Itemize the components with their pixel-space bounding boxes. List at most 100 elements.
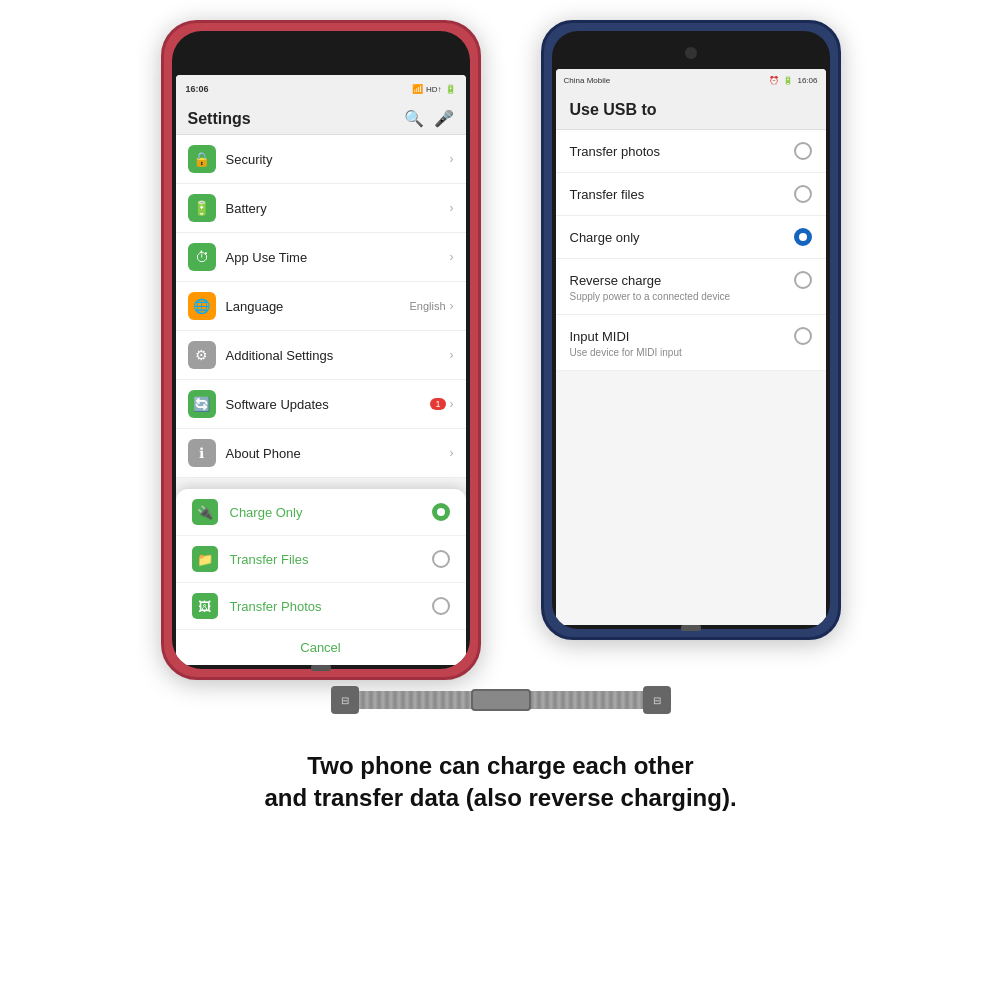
settings-item-software-updates[interactable]: 🔄 Software Updates 1 › bbox=[176, 380, 466, 429]
language-icon: 🌐 bbox=[188, 292, 216, 320]
software-updates-badge: 1 bbox=[430, 398, 445, 410]
security-icon: 🔒 bbox=[188, 145, 216, 173]
settings-item-language[interactable]: 🌐 Language English › bbox=[176, 282, 466, 331]
sheet-item-charge-only[interactable]: 🔌 Charge Only bbox=[176, 489, 466, 536]
hd-icon: HD↑ bbox=[426, 85, 442, 94]
left-connector: ⊟ bbox=[331, 686, 359, 714]
right-phone-port bbox=[681, 625, 701, 631]
left-phone: 16:06 📶 HD↑ 🔋 Settings 🔍 🎤 bbox=[161, 20, 481, 680]
bottom-sheet: 🔌 Charge Only 📁 Transfer Files 🖼 bbox=[176, 488, 466, 665]
software-updates-label: Software Updates bbox=[226, 397, 431, 412]
usb-item-charge-only-row: Charge only bbox=[570, 228, 812, 246]
right-time: 16:06 bbox=[797, 76, 817, 85]
usb-item-input-midi[interactable]: Input MIDI Use device for MIDI input bbox=[556, 315, 826, 371]
right-phone-inner: China Mobile ⏰ 🔋 16:06 Use USB to bbox=[552, 31, 830, 629]
app-use-time-arrow: › bbox=[450, 250, 454, 264]
usb-title: Use USB to bbox=[570, 101, 812, 119]
usb-transfer-photos-radio[interactable] bbox=[794, 142, 812, 160]
right-battery-icon: 🔋 bbox=[783, 76, 793, 85]
right-status-bar: China Mobile ⏰ 🔋 16:06 bbox=[556, 69, 826, 91]
settings-title: Settings bbox=[188, 110, 251, 128]
settings-item-about-phone[interactable]: ℹ About Phone › bbox=[176, 429, 466, 478]
left-screen: 16:06 📶 HD↑ 🔋 Settings 🔍 🎤 bbox=[176, 75, 466, 665]
usb-input-midi-sublabel: Use device for MIDI input bbox=[570, 347, 812, 358]
usb-item-reverse-charge[interactable]: Reverse charge Supply power to a connect… bbox=[556, 259, 826, 315]
transfer-photos-label: Transfer Photos bbox=[230, 599, 432, 614]
caption-text: Two phone can charge each other and tran… bbox=[264, 750, 736, 815]
left-time: 16:06 bbox=[186, 84, 209, 94]
signal-icon: 📶 bbox=[412, 84, 423, 94]
transfer-files-label: Transfer Files bbox=[230, 552, 432, 567]
settings-header: Settings 🔍 🎤 bbox=[176, 103, 466, 135]
sheet-cancel-button[interactable]: Cancel bbox=[176, 630, 466, 665]
usb-item-transfer-photos[interactable]: Transfer photos bbox=[556, 130, 826, 173]
battery-arrow: › bbox=[450, 201, 454, 215]
usb-item-transfer-files[interactable]: Transfer files bbox=[556, 173, 826, 216]
alarm-icon: ⏰ bbox=[769, 76, 779, 85]
battery-icon: 🔋 bbox=[445, 84, 456, 94]
search-icon[interactable]: 🔍 bbox=[404, 109, 424, 128]
app-use-time-icon: ⏱ bbox=[188, 243, 216, 271]
charge-only-label: Charge Only bbox=[230, 505, 432, 520]
usb-transfer-files-radio[interactable] bbox=[794, 185, 812, 203]
software-updates-arrow: › bbox=[450, 397, 454, 411]
sheet-item-transfer-photos[interactable]: 🖼 Transfer Photos bbox=[176, 583, 466, 630]
front-camera bbox=[685, 47, 697, 59]
settings-item-app-use-time[interactable]: ⏱ App Use Time › bbox=[176, 233, 466, 282]
mic-icon[interactable]: 🎤 bbox=[434, 109, 454, 128]
charge-only-icon: 🔌 bbox=[192, 499, 218, 525]
left-phone-inner: 16:06 📶 HD↑ 🔋 Settings 🔍 🎤 bbox=[172, 31, 470, 669]
sheet-item-transfer-files[interactable]: 📁 Transfer Files bbox=[176, 536, 466, 583]
settings-item-battery[interactable]: 🔋 Battery › bbox=[176, 184, 466, 233]
security-arrow: › bbox=[450, 152, 454, 166]
charge-only-radio[interactable] bbox=[432, 503, 450, 521]
usb-reverse-charge-radio[interactable] bbox=[794, 271, 812, 289]
header-icons: 🔍 🎤 bbox=[404, 109, 454, 128]
settings-item-additional[interactable]: ⚙ Additional Settings › bbox=[176, 331, 466, 380]
usb-input-midi-label: Input MIDI bbox=[570, 329, 630, 344]
security-label: Security bbox=[226, 152, 450, 167]
left-status-icons: 📶 HD↑ 🔋 bbox=[412, 84, 456, 94]
usb-charge-only-label: Charge only bbox=[570, 230, 640, 245]
transfer-files-radio[interactable] bbox=[432, 550, 450, 568]
language-label: Language bbox=[226, 299, 410, 314]
main-container: 16:06 📶 HD↑ 🔋 Settings 🔍 🎤 bbox=[0, 0, 1001, 1001]
settings-item-security[interactable]: 🔒 Security › bbox=[176, 135, 466, 184]
about-phone-icon: ℹ bbox=[188, 439, 216, 467]
cable-middle bbox=[471, 689, 531, 711]
transfer-files-icon: 📁 bbox=[192, 546, 218, 572]
usb-item-transfer-photos-row: Transfer photos bbox=[570, 142, 812, 160]
battery-icon: 🔋 bbox=[188, 194, 216, 222]
usb-reverse-charge-label: Reverse charge bbox=[570, 273, 662, 288]
additional-settings-label: Additional Settings bbox=[226, 348, 450, 363]
transfer-photos-radio[interactable] bbox=[432, 597, 450, 615]
right-connector: ⊟ bbox=[643, 686, 671, 714]
about-phone-label: About Phone bbox=[226, 446, 450, 461]
usb-item-input-midi-row: Input MIDI bbox=[570, 327, 812, 345]
additional-settings-icon: ⚙ bbox=[188, 341, 216, 369]
caption-line1: Two phone can charge each other bbox=[307, 752, 693, 779]
caption-line2: and transfer data (also reverse charging… bbox=[264, 784, 736, 811]
settings-list: 🔒 Security › 🔋 Battery › ⏱ bbox=[176, 135, 466, 478]
right-screen: China Mobile ⏰ 🔋 16:06 Use USB to bbox=[556, 69, 826, 625]
usb-transfer-photos-label: Transfer photos bbox=[570, 144, 661, 159]
usb-input-midi-radio[interactable] bbox=[794, 327, 812, 345]
phones-row: 16:06 📶 HD↑ 🔋 Settings 🔍 🎤 bbox=[0, 0, 1001, 680]
additional-settings-arrow: › bbox=[450, 348, 454, 362]
usb-item-reverse-charge-row: Reverse charge bbox=[570, 271, 812, 289]
caption: Two phone can charge each other and tran… bbox=[244, 750, 756, 815]
usb-list: Transfer photos Transfer files bbox=[556, 130, 826, 371]
right-status-icons: ⏰ 🔋 16:06 bbox=[769, 76, 817, 85]
language-value: English bbox=[409, 300, 445, 312]
left-status-bar: 16:06 📶 HD↑ 🔋 bbox=[176, 75, 466, 103]
cable-container: ⊟ ⊟ bbox=[0, 660, 1001, 740]
usb-reverse-charge-sublabel: Supply power to a connected device bbox=[570, 291, 812, 302]
usb-header: Use USB to bbox=[556, 91, 826, 130]
about-phone-arrow: › bbox=[450, 446, 454, 460]
usb-charge-only-radio[interactable] bbox=[794, 228, 812, 246]
transfer-photos-icon: 🖼 bbox=[192, 593, 218, 619]
right-phone: China Mobile ⏰ 🔋 16:06 Use USB to bbox=[541, 20, 841, 640]
usb-item-charge-only[interactable]: Charge only bbox=[556, 216, 826, 259]
battery-label: Battery bbox=[226, 201, 450, 216]
language-arrow: › bbox=[450, 299, 454, 313]
